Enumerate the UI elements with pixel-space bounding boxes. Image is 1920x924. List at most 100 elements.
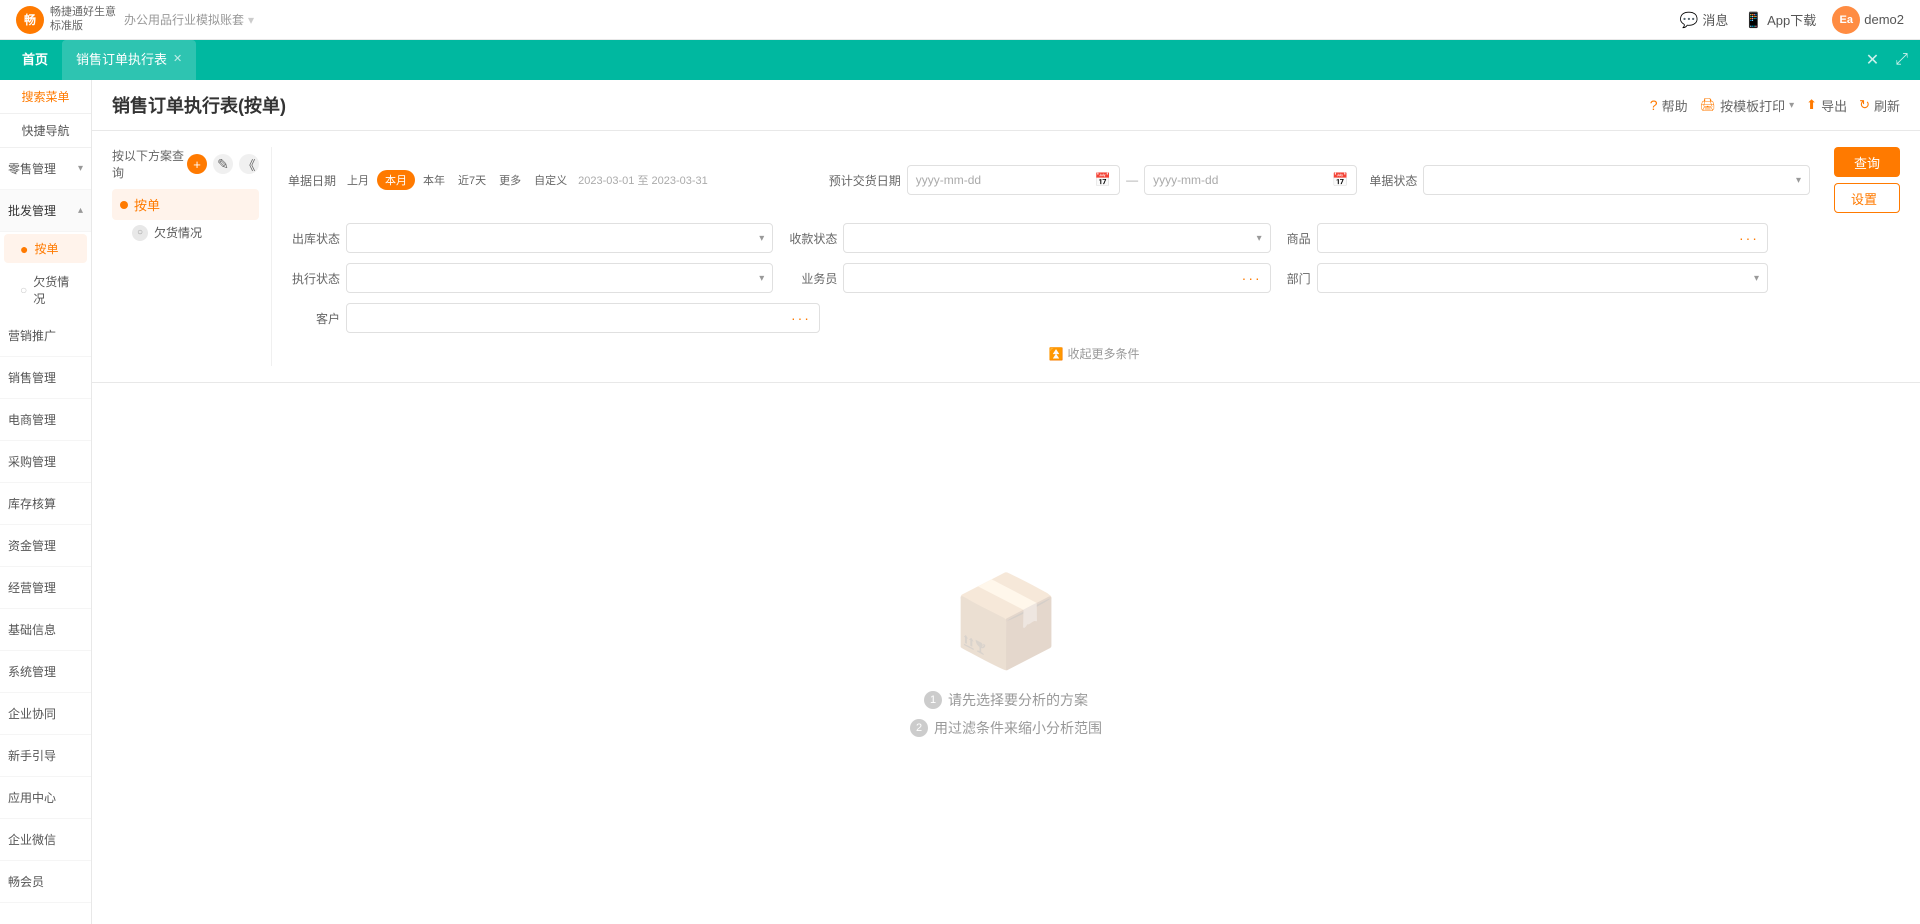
customer-group: 客户 ··· [288, 303, 820, 333]
department-label: 部门 [1283, 270, 1311, 287]
step2-num: 2 [910, 719, 928, 737]
tab-close-window-btn[interactable]: ✕ [1862, 46, 1883, 74]
refresh-icon: ↻ [1859, 97, 1870, 113]
content-area: 销售订单执行表(按单) ? 帮助 🖨 按模板打印 ▾ ⬆ 导出 ↻ 刷新 [92, 80, 1920, 924]
settings-button[interactable]: 设置 [1834, 183, 1900, 213]
top-bar-right: 💬 消息 📱 App下载 Ea demo2 [1680, 6, 1904, 34]
date-tab-7days[interactable]: 近7天 [453, 170, 491, 190]
step1-num: 1 [924, 691, 942, 709]
avatar: Ea [1832, 6, 1860, 34]
filter-row-3: 执行状态 ▾ 业务员 ··· [288, 263, 1900, 293]
sidebar-item-purchase[interactable]: 采购管理 [0, 441, 91, 483]
salesperson-select[interactable]: ··· [843, 263, 1270, 293]
top-bar-left: 畅 畅捷通好生意 标准版 办公用品行业模拟账套 ▾ [16, 6, 254, 34]
date-tab-this-year[interactable]: 本年 [418, 170, 450, 190]
print-template-btn[interactable]: 🖨 按模板打印 ▾ [1700, 96, 1795, 115]
message-icon: 💬 [1680, 11, 1699, 29]
tab-sales-order[interactable]: 销售订单执行表 ✕ [62, 40, 196, 80]
sidebar-item-appstore[interactable]: 应用中心 [0, 777, 91, 819]
tab-home[interactable]: 首页 [8, 40, 62, 80]
app-logo-text: 畅捷通好生意 标准版 [50, 6, 116, 32]
calendar-icon-start: 📅 [1095, 172, 1111, 188]
sidebar-item-marketing[interactable]: 营销推广 [0, 315, 91, 357]
doc-status-select[interactable]: ▾ [1423, 165, 1810, 195]
scheme-header: 按以下方案查询 + ✎ 《 [112, 147, 259, 181]
out-status-select[interactable]: ▾ [346, 223, 773, 253]
date-tab-last-month[interactable]: 上月 [342, 170, 374, 190]
product-dots-icon: ··· [1739, 230, 1759, 246]
empty-illustration: 📦 [950, 569, 1062, 674]
tab-expand-btn[interactable]: ⤢ [1891, 47, 1912, 73]
debt-scheme-icon: ○ [132, 225, 148, 241]
sidebar-item-finance[interactable]: 资金管理 [0, 525, 91, 567]
filter-panel: 按以下方案查询 + ✎ 《 按单 ○ 欠货情况 [92, 131, 1920, 383]
exec-status-label: 执行状态 [288, 270, 340, 287]
scheme-item-debt[interactable]: ○ 欠货情况 [112, 220, 259, 245]
sidebar-item-system[interactable]: 系统管理 [0, 651, 91, 693]
sidebar-item-enterprise[interactable]: 企业协同 [0, 693, 91, 735]
out-status-group: 出库状态 ▾ [288, 223, 773, 253]
debt-circle-icon: ○ [20, 283, 27, 297]
filter-row-1: 单据日期 上月 本月 本年 近7天 更多 自定义 2023-03-01 至 20… [288, 147, 1900, 213]
sidebar-search[interactable]: 搜索菜单 [0, 80, 91, 114]
calendar-icon-end: 📅 [1332, 172, 1348, 188]
sidebar-item-wechat[interactable]: 企业微信 [0, 819, 91, 861]
sidebar-item-inventory[interactable]: 库存核算 [0, 483, 91, 525]
app-download-btn[interactable]: 📱 App下载 [1744, 10, 1816, 29]
sidebar-item-retail[interactable]: 零售管理 ▾ [0, 148, 91, 190]
sidebar-item-member[interactable]: 畅会员 [0, 861, 91, 903]
customer-dots-icon: ··· [791, 310, 811, 326]
receipt-status-select[interactable]: ▾ [843, 223, 1270, 253]
date-field-group: 单据日期 上月 本月 本年 近7天 更多 自定义 2023-03-01 至 20… [288, 170, 817, 190]
exec-status-group: 执行状态 ▾ [288, 263, 773, 293]
date-tab-this-month[interactable]: 本月 [377, 170, 415, 190]
expected-date-start[interactable]: yyyy-mm-dd 📅 [907, 165, 1120, 195]
sidebar-sub-item-debt[interactable]: ○ 欠货情况 [4, 267, 87, 313]
breadcrumb[interactable]: 办公用品行业模拟账套 ▾ [124, 11, 254, 28]
scheme-edit-btn[interactable]: ✎ [213, 154, 233, 174]
department-group: 部门 ▾ [1283, 263, 1768, 293]
main-layout: 搜索菜单 快捷导航 零售管理 ▾ 批发管理 ▴ ● 按单 ○ 欠货情况 营销推广… [0, 80, 1920, 924]
salesperson-dots-icon: ··· [1242, 270, 1262, 286]
query-button[interactable]: 查询 [1834, 147, 1900, 177]
doc-status-label: 单据状态 [1369, 172, 1417, 189]
filter-row-2: 出库状态 ▾ 收款状态 ▾ [288, 223, 1900, 253]
scheme-item-order[interactable]: 按单 [112, 189, 259, 220]
expected-date-label: 预计交货日期 [829, 172, 901, 189]
refresh-btn[interactable]: ↻ 刷新 [1859, 96, 1900, 115]
date-tab-custom[interactable]: 自定义 [529, 170, 572, 190]
page-header-actions: ? 帮助 🖨 按模板打印 ▾ ⬆ 导出 ↻ 刷新 [1650, 96, 1900, 115]
user-profile[interactable]: Ea demo2 [1832, 6, 1904, 34]
sidebar-item-basic[interactable]: 基础信息 [0, 609, 91, 651]
retail-expand-icon: ▾ [78, 163, 83, 174]
expected-date-end[interactable]: yyyy-mm-dd 📅 [1144, 165, 1357, 195]
customer-select[interactable]: ··· [346, 303, 820, 333]
export-icon: ⬆ [1806, 97, 1817, 113]
sidebar-item-ecommerce[interactable]: 电商管理 [0, 399, 91, 441]
sidebar-item-wholesale[interactable]: 批发管理 ▴ [0, 190, 91, 232]
tab-close-btn[interactable]: ✕ [173, 52, 182, 65]
out-status-dropdown-icon: ▾ [759, 233, 764, 244]
product-select[interactable]: ··· [1317, 223, 1768, 253]
sidebar-quick-nav[interactable]: 快捷导航 [0, 114, 91, 148]
sidebar-sub-item-order[interactable]: ● 按单 [4, 234, 87, 263]
collapse-row: ⏫ 收起更多条件 [288, 337, 1900, 366]
exec-status-select[interactable]: ▾ [346, 263, 773, 293]
sidebar-item-operations[interactable]: 经营管理 [0, 567, 91, 609]
scheme-add-btn[interactable]: + [187, 154, 207, 174]
sidebar-item-sales[interactable]: 销售管理 [0, 357, 91, 399]
export-btn[interactable]: ⬆ 导出 [1806, 96, 1847, 115]
top-bar: 畅 畅捷通好生意 标准版 办公用品行业模拟账套 ▾ 💬 消息 📱 App下载 E… [0, 0, 1920, 40]
help-btn[interactable]: ? 帮助 [1650, 96, 1688, 115]
receipt-status-group: 收款状态 ▾ [785, 223, 1270, 253]
collapse-btn[interactable]: ⏫ 收起更多条件 [1049, 345, 1140, 362]
doc-status-group: 单据状态 ▾ [1369, 165, 1810, 195]
app-download-icon: 📱 [1744, 11, 1763, 29]
sidebar-item-newbie[interactable]: 新手引导 [0, 735, 91, 777]
filter-row-4: 客户 ··· [288, 303, 1900, 333]
scheme-collapse-btn[interactable]: 《 [239, 154, 259, 174]
department-select[interactable]: ▾ [1317, 263, 1768, 293]
date-tab-more[interactable]: 更多 [494, 170, 526, 190]
message-btn[interactable]: 💬 消息 [1680, 10, 1729, 29]
tab-bar: 首页 销售订单执行表 ✕ ✕ ⤢ [0, 40, 1920, 80]
